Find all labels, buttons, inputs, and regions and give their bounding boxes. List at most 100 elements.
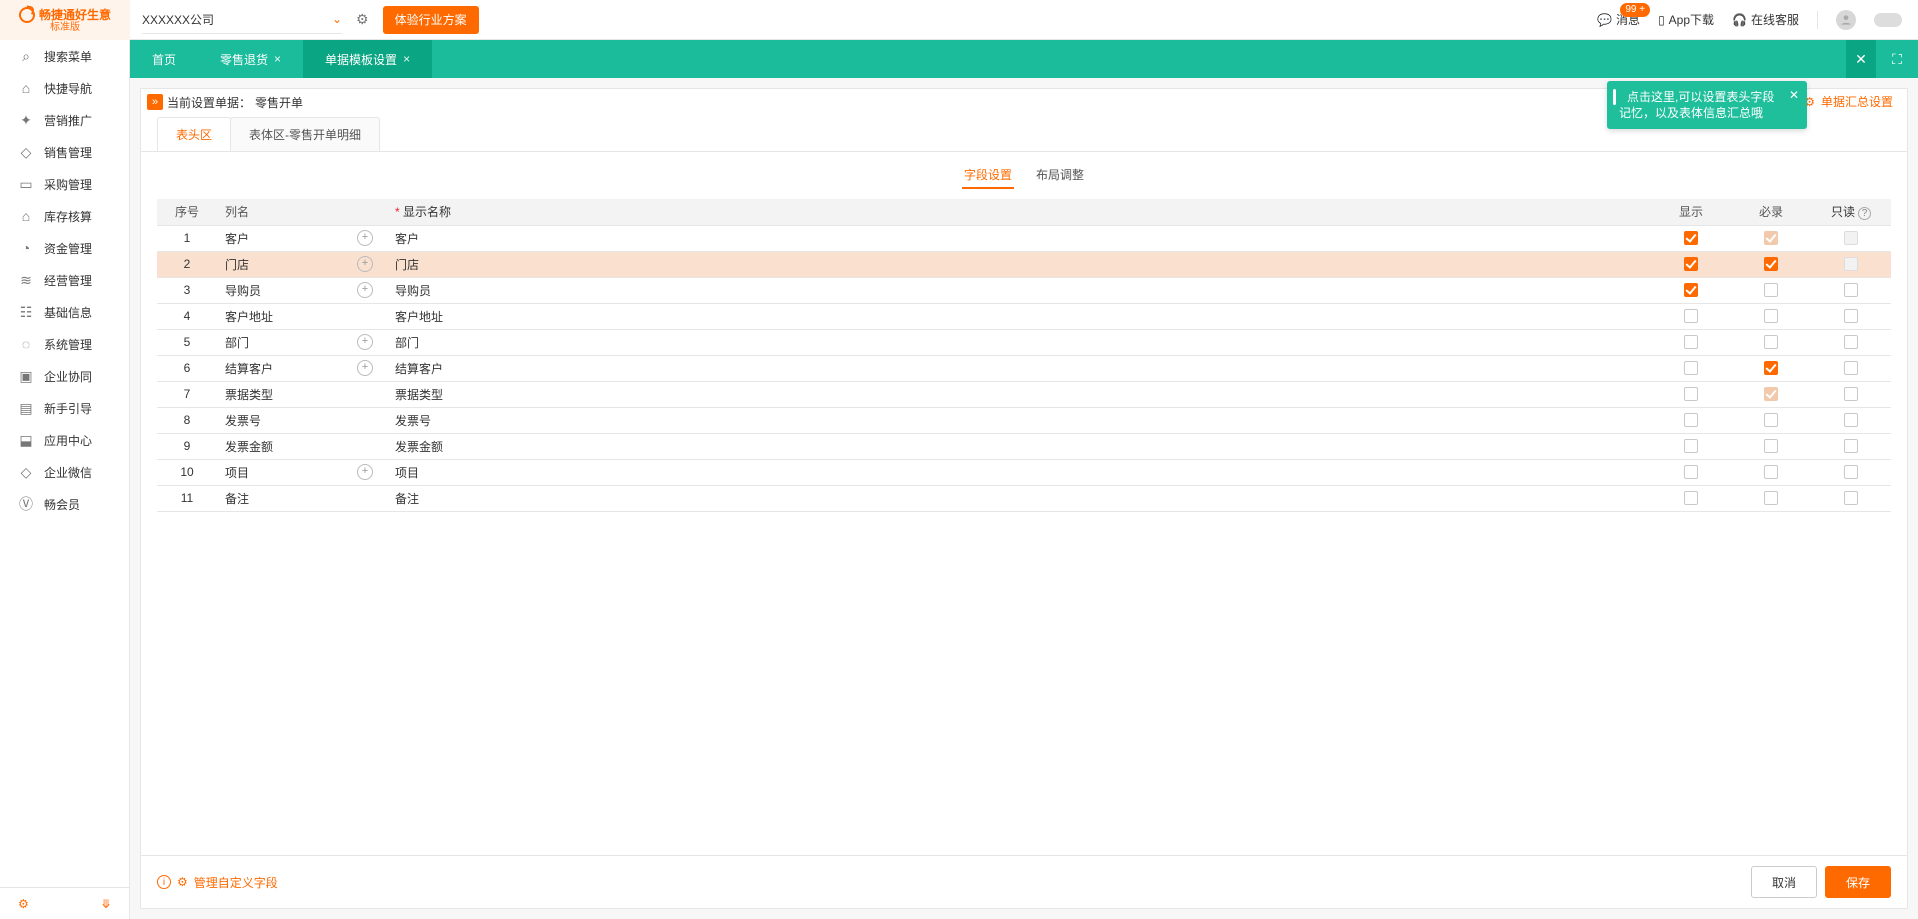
cell-display[interactable]: 票据类型 bbox=[387, 381, 1651, 407]
table-row[interactable]: 8发票号发票号 bbox=[157, 407, 1891, 433]
sidebar-item-14[interactable]: Ⓥ畅会员 bbox=[0, 488, 129, 520]
tab-close-icon[interactable]: × bbox=[274, 52, 281, 66]
config-tab-0[interactable]: 字段设置 bbox=[962, 162, 1014, 189]
app-download-link[interactable]: ▯ App下载 bbox=[1658, 11, 1714, 28]
add-field-button[interactable]: + bbox=[357, 256, 373, 272]
save-button[interactable]: 保存 bbox=[1825, 866, 1891, 898]
checkbox[interactable] bbox=[1684, 257, 1698, 271]
checkbox[interactable] bbox=[1764, 283, 1778, 297]
cell-display[interactable]: 门店 bbox=[387, 251, 1651, 277]
checkbox[interactable] bbox=[1764, 257, 1778, 271]
table-row[interactable]: 5部门+部门 bbox=[157, 329, 1891, 355]
checkbox[interactable] bbox=[1684, 387, 1698, 401]
cell-display[interactable]: 发票金额 bbox=[387, 433, 1651, 459]
cell-display[interactable]: 发票号 bbox=[387, 407, 1651, 433]
checkbox[interactable] bbox=[1764, 361, 1778, 375]
checkbox[interactable] bbox=[1844, 309, 1858, 323]
sidebar-item-10[interactable]: ▣企业协同 bbox=[0, 360, 129, 392]
gear-icon[interactable]: ⚙ bbox=[18, 897, 29, 911]
checkbox[interactable] bbox=[1684, 309, 1698, 323]
experience-button[interactable]: 体验行业方案 bbox=[383, 6, 479, 34]
add-field-button[interactable]: + bbox=[357, 230, 373, 246]
cell-display[interactable]: 部门 bbox=[387, 329, 1651, 355]
page-tab-0[interactable]: 首页 bbox=[130, 40, 198, 78]
area-tab-0[interactable]: 表头区 bbox=[157, 117, 231, 151]
settings-icon[interactable]: ⚙ bbox=[356, 11, 369, 28]
area-tab-1[interactable]: 表体区-零售开单明细 bbox=[230, 117, 380, 151]
checkbox[interactable] bbox=[1684, 491, 1698, 505]
sidebar-item-11[interactable]: ▤新手引导 bbox=[0, 392, 129, 424]
hint-close[interactable]: ✕ bbox=[1789, 87, 1799, 103]
config-tab-1[interactable]: 布局调整 bbox=[1034, 162, 1086, 189]
checkbox[interactable] bbox=[1844, 413, 1858, 427]
checkbox[interactable] bbox=[1684, 231, 1698, 245]
checkbox[interactable] bbox=[1764, 465, 1778, 479]
cell-display[interactable]: 项目 bbox=[387, 459, 1651, 485]
sidebar-item-2[interactable]: ✦营销推广 bbox=[0, 104, 129, 136]
checkbox[interactable] bbox=[1844, 361, 1858, 375]
sidebar-item-8[interactable]: ☷基础信息 bbox=[0, 296, 129, 328]
sidebar-item-13[interactable]: ◇企业微信 bbox=[0, 456, 129, 488]
cell-display[interactable]: 客户地址 bbox=[387, 303, 1651, 329]
cell-display[interactable]: 备注 bbox=[387, 485, 1651, 511]
table-row[interactable]: 1客户+客户 bbox=[157, 225, 1891, 251]
cancel-button[interactable]: 取消 bbox=[1751, 866, 1817, 898]
messages-link[interactable]: 💬 消息 99 + bbox=[1597, 11, 1640, 28]
tab-close-icon[interactable]: × bbox=[403, 52, 410, 66]
checkbox[interactable] bbox=[1684, 361, 1698, 375]
checkbox[interactable] bbox=[1684, 335, 1698, 349]
checkbox[interactable] bbox=[1684, 283, 1698, 297]
checkbox[interactable] bbox=[1844, 335, 1858, 349]
table-row[interactable]: 6结算客户+结算客户 bbox=[157, 355, 1891, 381]
table-row[interactable]: 4客户地址客户地址 bbox=[157, 303, 1891, 329]
expand-arrow-icon[interactable]: » bbox=[147, 94, 163, 110]
add-field-button[interactable]: + bbox=[357, 282, 373, 298]
sidebar-item-4[interactable]: ▭采购管理 bbox=[0, 168, 129, 200]
sidebar-item-1[interactable]: ⌂快捷导航 bbox=[0, 72, 129, 104]
checkbox[interactable] bbox=[1844, 491, 1858, 505]
cell-name: 门店+ bbox=[217, 251, 387, 277]
collapse-icon[interactable]: ⤋ bbox=[101, 897, 111, 911]
table-row[interactable]: 11备注备注 bbox=[157, 485, 1891, 511]
online-service-link[interactable]: 🎧 在线客服 bbox=[1732, 11, 1799, 28]
table-row[interactable]: 10项目+项目 bbox=[157, 459, 1891, 485]
sidebar-item-6[interactable]: ◔资金管理 bbox=[0, 232, 129, 264]
table-row[interactable]: 9发票金额发票金额 bbox=[157, 433, 1891, 459]
checkbox[interactable] bbox=[1684, 413, 1698, 427]
checkbox[interactable] bbox=[1684, 465, 1698, 479]
sidebar-item-3[interactable]: ◇销售管理 bbox=[0, 136, 129, 168]
add-field-button[interactable]: + bbox=[357, 360, 373, 376]
checkbox[interactable] bbox=[1764, 335, 1778, 349]
cell-display[interactable]: 结算客户 bbox=[387, 355, 1651, 381]
help-icon[interactable]: ? bbox=[1858, 207, 1871, 220]
checkbox[interactable] bbox=[1844, 465, 1858, 479]
sidebar-item-0[interactable]: ⌕搜索菜单 bbox=[0, 40, 129, 72]
sidebar-item-12[interactable]: ⬓应用中心 bbox=[0, 424, 129, 456]
checkbox[interactable] bbox=[1684, 439, 1698, 453]
company-select[interactable]: XXXXXX公司 ⌄ bbox=[142, 6, 342, 34]
checkbox[interactable] bbox=[1844, 283, 1858, 297]
checkbox[interactable] bbox=[1844, 439, 1858, 453]
table-row[interactable]: 2门店+门店 bbox=[157, 251, 1891, 277]
sidebar-item-9[interactable]: ◌系统管理 bbox=[0, 328, 129, 360]
page-tab-2[interactable]: 单据模板设置× bbox=[303, 40, 432, 78]
checkbox[interactable] bbox=[1764, 413, 1778, 427]
table-row[interactable]: 7票据类型票据类型 bbox=[157, 381, 1891, 407]
avatar[interactable] bbox=[1836, 10, 1856, 30]
page-tab-1[interactable]: 零售退货× bbox=[198, 40, 303, 78]
cell-display[interactable]: 导购员 bbox=[387, 277, 1651, 303]
table-row[interactable]: 3导购员+导购员 bbox=[157, 277, 1891, 303]
sidebar-item-5[interactable]: ⌂库存核算 bbox=[0, 200, 129, 232]
add-field-button[interactable]: + bbox=[357, 464, 373, 480]
checkbox[interactable] bbox=[1764, 439, 1778, 453]
add-field-button[interactable]: + bbox=[357, 334, 373, 350]
manage-custom-fields[interactable]: i ⚙ 管理自定义字段 bbox=[157, 874, 278, 891]
checkbox[interactable] bbox=[1844, 387, 1858, 401]
tab-close-all[interactable]: ✕ bbox=[1846, 40, 1876, 78]
checkbox[interactable] bbox=[1764, 491, 1778, 505]
sidebar-item-7[interactable]: ≋经营管理 bbox=[0, 264, 129, 296]
checkbox[interactable] bbox=[1764, 309, 1778, 323]
fullscreen-toggle[interactable]: ⛶ bbox=[1882, 40, 1912, 78]
cell-display[interactable]: 客户 bbox=[387, 225, 1651, 251]
user-name[interactable] bbox=[1874, 13, 1902, 27]
